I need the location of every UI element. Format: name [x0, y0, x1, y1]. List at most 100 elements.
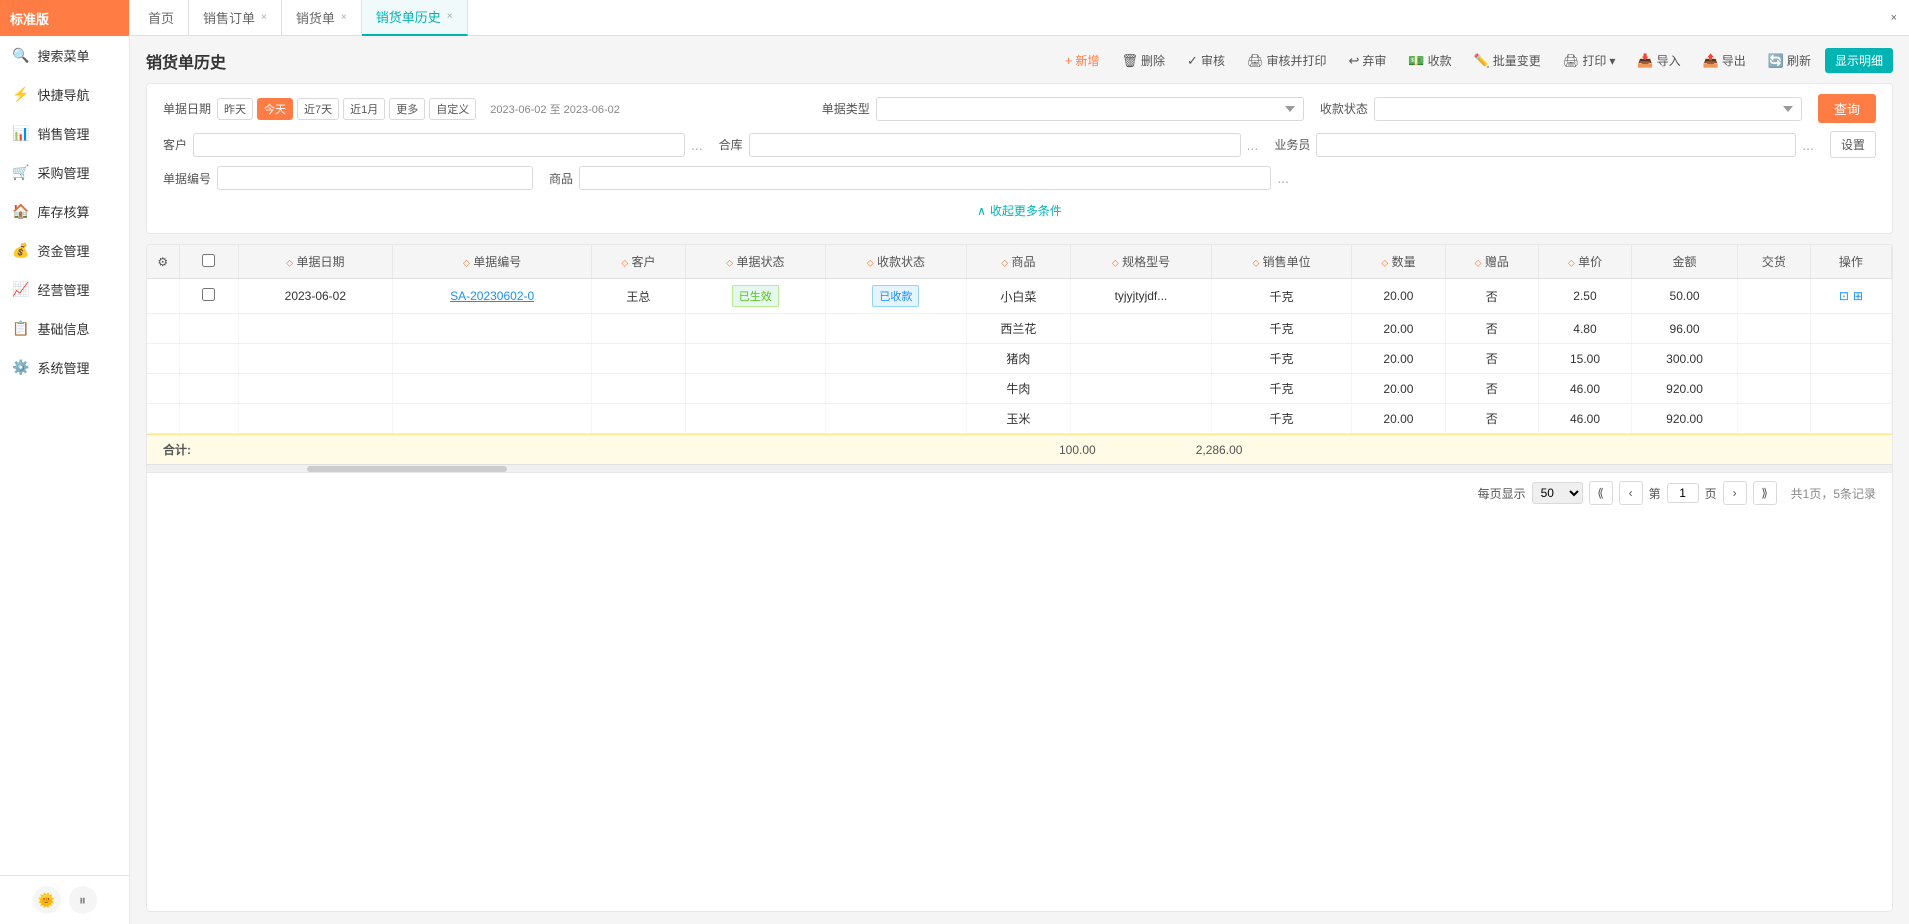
- th-settings[interactable]: ⚙: [147, 245, 179, 279]
- th-date[interactable]: ⬦ 单据日期: [238, 245, 392, 279]
- doc-no-link[interactable]: SA-20230602-0: [450, 289, 534, 303]
- salesperson-picker-icon[interactable]: ...: [1802, 137, 1814, 153]
- audit-button[interactable]: ✓ 审核: [1179, 48, 1233, 73]
- horizontal-scrollbar[interactable]: [147, 464, 1892, 472]
- row-goods: 牛肉: [966, 374, 1070, 404]
- more-link[interactable]: ⊞: [1853, 289, 1863, 303]
- abandon-button[interactable]: ↩ 弃审: [1340, 48, 1394, 73]
- collapse-button[interactable]: ⏸: [69, 886, 97, 914]
- sidebar-item-search-menu[interactable]: 🔍 搜索菜单: [0, 36, 129, 75]
- row-unit-price: 2.50: [1538, 279, 1631, 314]
- scrollbar-thumb[interactable]: [307, 466, 507, 472]
- warehouse-picker-icon[interactable]: ...: [1247, 137, 1259, 153]
- sidebar-item-sys-mgmt[interactable]: ⚙️ 系统管理: [0, 348, 129, 387]
- row-payment-status: [826, 374, 967, 404]
- page-size-select[interactable]: 20 50 100: [1532, 482, 1583, 504]
- date-btn-today[interactable]: 今天: [257, 98, 293, 120]
- th-spec-type[interactable]: ⬦ 规格型号: [1071, 245, 1212, 279]
- batch-change-button[interactable]: ✏️ 批量变更: [1466, 48, 1549, 73]
- summary-total-amount: 2,286.00: [1196, 443, 1243, 457]
- row-gift: 否: [1445, 404, 1538, 434]
- date-btn-yesterday[interactable]: 昨天: [217, 98, 253, 120]
- pagination-bar: 每页显示 20 50 100 ⟪ ‹ 第 页 › ⟫ 共1页，5条记录: [147, 472, 1892, 513]
- audit-print-button[interactable]: 🖨 审核并打印: [1239, 48, 1335, 73]
- tab-bar-end: ×: [1891, 12, 1905, 24]
- print-button[interactable]: 🖨 打印 ▾: [1555, 48, 1624, 73]
- th-doc-no[interactable]: ⬦ 单据编号: [393, 245, 592, 279]
- goods-input[interactable]: [579, 166, 1271, 190]
- close-all-tabs[interactable]: ×: [1891, 12, 1897, 24]
- next-page-button[interactable]: ›: [1723, 481, 1747, 505]
- tab-close-sales-order[interactable]: ×: [261, 12, 267, 23]
- tab-close-history[interactable]: ×: [447, 11, 453, 22]
- print-arrow-icon: ▾: [1609, 54, 1615, 68]
- row-payment-status: [826, 404, 967, 434]
- prev-page-button[interactable]: ‹: [1619, 481, 1643, 505]
- th-doc-status[interactable]: ⬦ 单据状态: [685, 245, 826, 279]
- tab-sales-goods-history[interactable]: 销货单历史 ×: [362, 0, 468, 36]
- filter-collapse[interactable]: ∧ 收起更多条件: [163, 198, 1876, 223]
- tab-home[interactable]: 首页: [134, 0, 189, 36]
- chevron-up-icon: ∧: [977, 204, 986, 218]
- sidebar-item-inventory[interactable]: 🏠 库存核算: [0, 192, 129, 231]
- doc-number-input[interactable]: [217, 166, 533, 190]
- last-page-button[interactable]: ⟫: [1753, 481, 1777, 505]
- th-gift[interactable]: ⬦ 赠品: [1445, 245, 1538, 279]
- row-unit-price: 46.00: [1538, 374, 1631, 404]
- show-detail-button[interactable]: 显示明细: [1825, 48, 1893, 73]
- delete-button[interactable]: 🗑 删除: [1114, 48, 1174, 73]
- table-row: 猪肉 千克 20.00 否 15.00 300.00: [147, 344, 1892, 374]
- tab-sales-order[interactable]: 销售订单 ×: [189, 0, 282, 36]
- table-container: ⚙ ⬦ 单据日期 ⬦ 单据编号 ⬦ 客户 ⬦ 单据状态 ⬦ 收款状态 ⬦ 商品 …: [146, 244, 1893, 912]
- query-button[interactable]: 查询: [1818, 94, 1876, 123]
- gear-icon: ⚙️: [12, 359, 29, 376]
- sidebar-item-ops-mgmt[interactable]: 📈 经营管理: [0, 270, 129, 309]
- th-customer[interactable]: ⬦ 客户: [592, 245, 685, 279]
- sidebar-item-finance[interactable]: 💰 资金管理: [0, 231, 129, 270]
- edit-link[interactable]: ⊡: [1839, 289, 1849, 303]
- payment-status-select[interactable]: [1374, 97, 1802, 121]
- warehouse-input[interactable]: [749, 133, 1241, 157]
- customer-input[interactable]: [193, 133, 685, 157]
- date-btn-7days[interactable]: 近7天: [297, 98, 339, 120]
- th-payment-status[interactable]: ⬦ 收款状态: [826, 245, 967, 279]
- new-button[interactable]: + 新增: [1057, 48, 1108, 73]
- sidebar-item-basic-info[interactable]: 📋 基础信息: [0, 309, 129, 348]
- th-goods[interactable]: ⬦ 商品: [966, 245, 1070, 279]
- row-checkbox: [179, 314, 238, 344]
- collect-button[interactable]: 💵 收款: [1400, 48, 1459, 73]
- page-input[interactable]: [1667, 483, 1699, 503]
- customer-picker-icon[interactable]: ...: [691, 137, 703, 153]
- th-sales-unit[interactable]: ⬦ 销售单位: [1211, 245, 1352, 279]
- page-header: 销货单历史 + 新增 🗑 删除 ✓ 审核 🖨 审核并打印: [146, 48, 1893, 73]
- doc-type-select[interactable]: [876, 97, 1304, 121]
- tab-sales-goods[interactable]: 销货单 ×: [282, 0, 362, 36]
- sidebar: 标准版 🔍 搜索菜单 ⚡ 快捷导航 📊 销售管理 🛒 采购管理 🏠 库存核算 💰…: [0, 0, 130, 924]
- row-select-checkbox[interactable]: [202, 288, 215, 301]
- first-page-button[interactable]: ⟪: [1589, 481, 1613, 505]
- row-date: [238, 404, 392, 434]
- sidebar-item-sales-mgmt[interactable]: 📊 销售管理: [0, 114, 129, 153]
- import-button[interactable]: 📥 导入: [1629, 48, 1688, 73]
- date-btn-more[interactable]: 更多: [389, 98, 425, 120]
- salesperson-input[interactable]: [1316, 133, 1796, 157]
- refresh-button[interactable]: 🔄 刷新: [1760, 48, 1819, 73]
- date-btn-1month[interactable]: 近1月: [343, 98, 385, 120]
- select-all-checkbox[interactable]: [202, 254, 215, 267]
- th-unit-price[interactable]: ⬦ 单价: [1538, 245, 1631, 279]
- settings-button[interactable]: 设置: [1830, 131, 1876, 158]
- tab-close-sales-goods[interactable]: ×: [341, 12, 347, 23]
- row-transaction: [1737, 314, 1810, 344]
- sidebar-item-quick-nav[interactable]: ⚡ 快捷导航: [0, 75, 129, 114]
- row-qty: 20.00: [1352, 404, 1445, 434]
- theme-button[interactable]: 🌞: [33, 886, 61, 914]
- page-suffix: 页: [1705, 485, 1717, 502]
- sidebar-item-purchase-mgmt[interactable]: 🛒 采购管理: [0, 153, 129, 192]
- row-qty: 20.00: [1352, 374, 1445, 404]
- row-gear: [147, 374, 179, 404]
- check-icon: ✓: [1187, 53, 1198, 69]
- export-button[interactable]: 📤 导出: [1695, 48, 1754, 73]
- goods-picker-icon[interactable]: ...: [1277, 170, 1289, 186]
- th-qty[interactable]: ⬦ 数量: [1352, 245, 1445, 279]
- date-btn-custom[interactable]: 自定义: [429, 98, 476, 120]
